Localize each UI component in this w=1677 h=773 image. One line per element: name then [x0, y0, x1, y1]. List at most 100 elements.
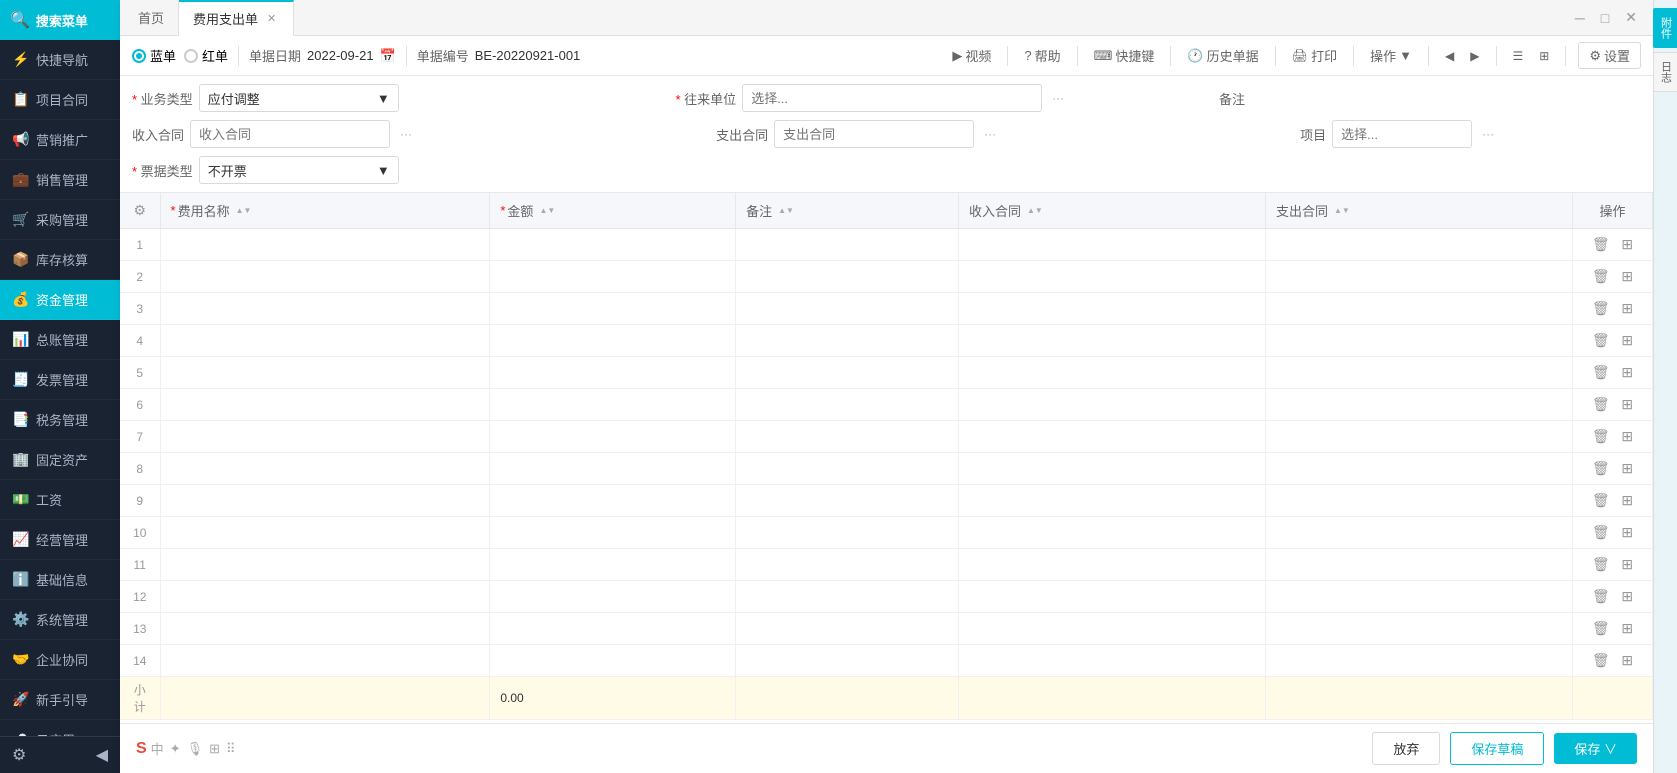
expense-name-cell-9[interactable] [160, 485, 490, 517]
copy-row-5[interactable]: ⊞ [1617, 362, 1637, 382]
income-contract-input[interactable] [190, 120, 390, 148]
delete-row-5[interactable]: 🗑 [1588, 362, 1614, 382]
history-action[interactable]: 🕐 历史单据 [1183, 44, 1262, 67]
remark-cell-9[interactable] [736, 485, 959, 517]
nav-next[interactable]: ▶ [1466, 47, 1483, 65]
expense-name-cell-14[interactable] [160, 645, 490, 677]
remark-cell-6[interactable] [736, 389, 959, 421]
amount-cell-9[interactable] [490, 485, 736, 517]
sidebar-item-invoice-mgmt[interactable]: 🧾发票管理 [0, 360, 120, 400]
sidebar-item-project-contract[interactable]: 📋项目合同 [0, 80, 120, 120]
tab-expense-bill[interactable]: 费用支出单✕ [179, 0, 294, 36]
amount-cell-5[interactable] [490, 357, 736, 389]
close-button[interactable]: ✕ [1621, 7, 1641, 28]
income-contract-dots[interactable]: ··· [400, 127, 412, 141]
delete-row-8[interactable]: 🗑 [1588, 458, 1614, 478]
discard-button[interactable]: 放弃 [1372, 732, 1440, 765]
sidebar-item-cloud-apps[interactable]: ☁️云应用 [0, 720, 120, 736]
save-button[interactable]: 保存 ∨ [1554, 733, 1637, 764]
sidebar-item-tax-mgmt[interactable]: 📑税务管理 [0, 400, 120, 440]
remark-cell-4[interactable] [736, 325, 959, 357]
sidebar-item-system-mgmt[interactable]: ⚙️系统管理 [0, 600, 120, 640]
remark-cell-1[interactable] [736, 229, 959, 261]
expense-contract-cell-1[interactable] [1265, 229, 1572, 261]
expense-contract-cell-5[interactable] [1265, 357, 1572, 389]
remark-cell-3[interactable] [736, 293, 959, 325]
expense-contract-cell-14[interactable] [1265, 645, 1572, 677]
copy-row-4[interactable]: ⊞ [1617, 330, 1637, 350]
sidebar-item-enterprise-coop[interactable]: 🤝企业协同 [0, 640, 120, 680]
sidebar-item-operations-mgmt[interactable]: 📈经营管理 [0, 520, 120, 560]
income-contract-cell-10[interactable] [958, 517, 1265, 549]
expense-contract-dots[interactable]: ··· [984, 127, 996, 141]
maximize-button[interactable]: □ [1597, 8, 1613, 28]
sidebar-item-fixed-assets[interactable]: 🏢固定资产 [0, 440, 120, 480]
expense-name-cell-11[interactable] [160, 549, 490, 581]
project-dots[interactable]: ··· [1482, 127, 1494, 141]
amount-cell-6[interactable] [490, 389, 736, 421]
amount-cell-1[interactable] [490, 229, 736, 261]
income-contract-cell-6[interactable] [958, 389, 1265, 421]
income-contract-cell-5[interactable] [958, 357, 1265, 389]
amount-cell-2[interactable] [490, 261, 736, 293]
set-button[interactable]: ⚙ 设置 [1578, 42, 1641, 69]
copy-row-14[interactable]: ⊞ [1617, 650, 1637, 670]
calendar-icon[interactable]: 📅 [380, 48, 396, 64]
print-action[interactable]: 🖨 打印 [1288, 44, 1342, 67]
expense-name-cell-1[interactable] [160, 229, 490, 261]
income-contract-cell-12[interactable] [958, 581, 1265, 613]
remark-cell-12[interactable] [736, 581, 959, 613]
copy-row-9[interactable]: ⊞ [1617, 490, 1637, 510]
income-contract-cell-9[interactable] [958, 485, 1265, 517]
list-view[interactable]: ☰ [1509, 47, 1528, 65]
copy-row-11[interactable]: ⊞ [1617, 554, 1637, 574]
column-settings-icon[interactable]: ⚙ [133, 202, 146, 218]
delete-row-2[interactable]: 🗑 [1588, 266, 1614, 286]
income-contract-cell-7[interactable] [958, 421, 1265, 453]
expense-name-cell-8[interactable] [160, 453, 490, 485]
right-tab-log[interactable]: 日志 [1653, 52, 1677, 92]
expense-contract-cell-10[interactable] [1265, 517, 1572, 549]
expense-name-cell-12[interactable] [160, 581, 490, 613]
expense-name-cell-10[interactable] [160, 517, 490, 549]
income-contract-sort[interactable]: ▲▼ [1027, 206, 1043, 215]
expense-contract-cell-11[interactable] [1265, 549, 1572, 581]
copy-row-6[interactable]: ⊞ [1617, 394, 1637, 414]
amount-cell-4[interactable] [490, 325, 736, 357]
expense-contract-cell-2[interactable] [1265, 261, 1572, 293]
amount-cell-11[interactable] [490, 549, 736, 581]
income-contract-cell-3[interactable] [958, 293, 1265, 325]
income-contract-cell-14[interactable] [958, 645, 1265, 677]
sidebar-header[interactable]: 🔍 搜索菜单 [0, 0, 120, 40]
amount-sort[interactable]: ▲▼ [539, 206, 555, 215]
amount-cell-12[interactable] [490, 581, 736, 613]
partner-dots-button[interactable]: ··· [1052, 91, 1064, 105]
copy-row-7[interactable]: ⊞ [1617, 426, 1637, 446]
amount-cell-8[interactable] [490, 453, 736, 485]
delete-row-6[interactable]: 🗑 [1588, 394, 1614, 414]
amount-cell-14[interactable] [490, 645, 736, 677]
remark-cell-10[interactable] [736, 517, 959, 549]
nav-prev[interactable]: ◀ [1441, 47, 1458, 65]
delete-row-3[interactable]: 🗑 [1588, 298, 1614, 318]
biz-type-select[interactable]: 应付调整 ▼ [199, 84, 399, 112]
copy-row-8[interactable]: ⊞ [1617, 458, 1637, 478]
sidebar-item-payroll[interactable]: 💵工资 [0, 480, 120, 520]
partner-input[interactable] [742, 84, 1042, 112]
tab-home[interactable]: 首页 [124, 0, 179, 36]
sidebar-item-basic-info[interactable]: ℹ️基础信息 [0, 560, 120, 600]
sidebar-item-inventory[interactable]: 📦库存核算 [0, 240, 120, 280]
delete-row-9[interactable]: 🗑 [1588, 490, 1614, 510]
copy-row-2[interactable]: ⊞ [1617, 266, 1637, 286]
expense-contract-cell-12[interactable] [1265, 581, 1572, 613]
income-contract-cell-13[interactable] [958, 613, 1265, 645]
sidebar-item-sales-mgmt[interactable]: 💼销售管理 [0, 160, 120, 200]
operations-action[interactable]: 操作 ▼ [1366, 44, 1416, 67]
delete-row-10[interactable]: 🗑 [1588, 522, 1614, 542]
blue-bill-radio[interactable]: 蓝单 [132, 46, 176, 65]
expense-contract-cell-8[interactable] [1265, 453, 1572, 485]
sidebar-item-accounting[interactable]: 📊总账管理 [0, 320, 120, 360]
project-input[interactable] [1332, 120, 1472, 148]
expense-contract-cell-4[interactable] [1265, 325, 1572, 357]
collapse-icon[interactable]: ◀ [96, 745, 108, 765]
